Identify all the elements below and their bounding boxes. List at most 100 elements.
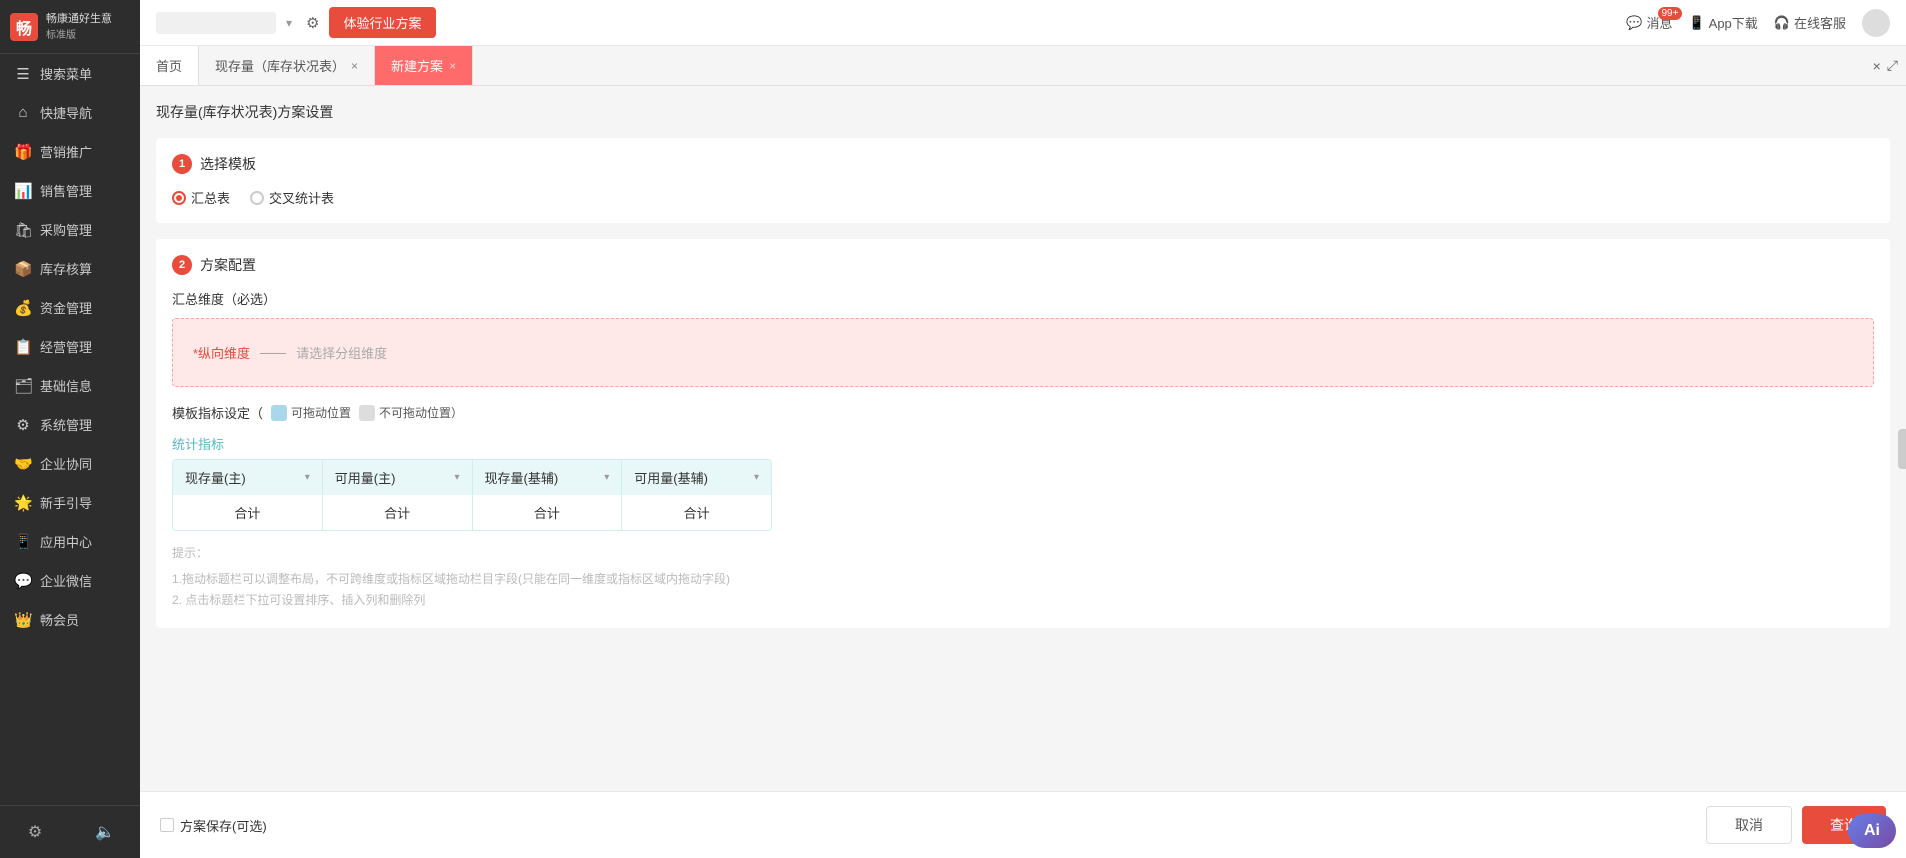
- page-title: 现存量(库存状况表)方案设置: [156, 102, 1890, 122]
- dimension-selector[interactable]: *纵向维度 —— 请选择分组维度: [172, 318, 1874, 387]
- step2-label: 2 方案配置: [172, 255, 1874, 275]
- stats-col-0-label: 现存量(主): [185, 468, 246, 487]
- sidebar-item-system[interactable]: ⚙ 系统管理: [0, 405, 140, 444]
- search-input[interactable]: [156, 12, 276, 34]
- stats-col-1[interactable]: 可用量(主) ▾: [323, 460, 473, 495]
- gift-icon: 🎁: [14, 143, 32, 161]
- radio-cross-table[interactable]: 交叉统计表: [250, 188, 334, 207]
- col-0-chevron-icon[interactable]: ▾: [305, 472, 310, 483]
- radio-summary-circle: [172, 191, 186, 205]
- message-icon: 💬: [1626, 15, 1642, 31]
- sidebar-item-inventory[interactable]: 📦 库存核算: [0, 249, 140, 288]
- col-2-chevron-icon[interactable]: ▾: [604, 472, 609, 483]
- window-maximize-icon[interactable]: ⤢: [1887, 57, 1898, 74]
- star-icon: 🌟: [14, 494, 32, 512]
- save-option[interactable]: 方案保存(可选): [160, 816, 267, 835]
- tips-area: 提示： 1.拖动标题栏可以调整布局，不可跨维度或指标区域拖动栏目字段(只能在同一…: [172, 543, 1874, 612]
- stats-col-2[interactable]: 现存量(基辅) ▾: [473, 460, 623, 495]
- badge-movable: 可拖动位置: [271, 404, 351, 421]
- tab-inventory-close-icon[interactable]: ×: [351, 59, 358, 73]
- tab-new-plan[interactable]: 新建方案 ×: [375, 46, 473, 85]
- logo-text: 畅康通好生意: [46, 12, 112, 26]
- sound-button[interactable]: 🔈: [70, 814, 140, 850]
- step1-title: 选择模板: [200, 154, 256, 174]
- sidebar-item-label: 营销推广: [40, 142, 92, 161]
- tab-home[interactable]: 首页: [140, 46, 199, 85]
- sidebar-item-label: 销售管理: [40, 181, 92, 200]
- col-1-chevron-icon[interactable]: ▾: [454, 472, 459, 483]
- main-area: ▾ ⚙ 体验行业方案 💬 消息 99+ 📱 App下载 🎧 在线客服 首页: [140, 0, 1906, 858]
- sidebar-item-label: 新手引导: [40, 493, 92, 512]
- sidebar-item-collab[interactable]: 🤝 企业协同: [0, 444, 140, 483]
- folder-icon: 🗂: [14, 377, 32, 395]
- sidebar-item-wechat[interactable]: 💬 企业微信: [0, 561, 140, 600]
- stats-col-2-label: 现存量(基辅): [485, 468, 559, 487]
- bag-icon: 🛍: [14, 221, 32, 239]
- money-icon: 💰: [14, 299, 32, 317]
- page-content: 现存量(库存状况表)方案设置 1 选择模板 汇总表 交叉统计表 2: [140, 86, 1906, 791]
- step2-title: 方案配置: [200, 255, 256, 275]
- stats-cell-3: 合计: [622, 495, 771, 530]
- app-download-label: App下载: [1709, 13, 1758, 32]
- sidebar-item-label: 库存核算: [40, 259, 92, 278]
- ai-badge[interactable]: Ai: [1848, 814, 1896, 848]
- movable-label: 可拖动位置: [291, 404, 351, 421]
- cancel-button[interactable]: 取消: [1706, 806, 1792, 844]
- topbar-gear-icon[interactable]: ⚙: [306, 14, 319, 32]
- sidebar-item-purchase[interactable]: 🛍 采购管理: [0, 210, 140, 249]
- resize-handle[interactable]: [1898, 429, 1906, 469]
- topbar: ▾ ⚙ 体验行业方案 💬 消息 99+ 📱 App下载 🎧 在线客服: [140, 0, 1906, 46]
- stats-cell-1: 合计: [323, 495, 473, 530]
- sidebar-item-marketing[interactable]: 🎁 营销推广: [0, 132, 140, 171]
- user-avatar[interactable]: [1862, 9, 1890, 37]
- logo-sub: 标准版: [46, 26, 112, 41]
- stats-col-1-label: 可用量(主): [335, 468, 396, 487]
- stats-col-0[interactable]: 现存量(主) ▾: [173, 460, 323, 495]
- radio-cross-circle: [250, 191, 264, 205]
- search-icon: ☰: [14, 65, 32, 83]
- sidebar-item-operations[interactable]: 📋 经营管理: [0, 327, 140, 366]
- trial-button[interactable]: 体验行业方案: [329, 7, 435, 38]
- sidebar-item-appcenter[interactable]: 📱 应用中心: [0, 522, 140, 561]
- sidebar: 畅 畅康通好生意 标准版 ☰ 搜索菜单 ⌂ 快捷导航 🎁 营销推广 📊 销售管理…: [0, 0, 140, 858]
- summary-dimension-label: 汇总维度（必选）: [172, 289, 1874, 308]
- stats-col-3[interactable]: 可用量(基辅) ▾: [622, 460, 771, 495]
- radio-summary-table[interactable]: 汇总表: [172, 188, 230, 207]
- tab-inventory-label: 现存量（库存状况表）: [215, 56, 345, 75]
- sidebar-item-quicknav[interactable]: ⌂ 快捷导航: [0, 93, 140, 132]
- window-close-icon[interactable]: ×: [1873, 58, 1881, 74]
- service-icon: 🎧: [1774, 15, 1790, 31]
- sidebar-item-label: 基础信息: [40, 376, 92, 395]
- sidebar-item-label: 快捷导航: [40, 103, 92, 122]
- app-download-button[interactable]: 📱 App下载: [1688, 13, 1757, 32]
- sidebar-item-search[interactable]: ☰ 搜索菜单: [0, 54, 140, 93]
- tab-inventory[interactable]: 现存量（库存状况表） ×: [199, 46, 375, 85]
- sidebar-item-sales[interactable]: 📊 销售管理: [0, 171, 140, 210]
- step2-card: 2 方案配置 汇总维度（必选） *纵向维度 —— 请选择分组维度 模板指标设定（…: [156, 239, 1890, 628]
- sidebar-item-basic-info[interactable]: 🗂 基础信息: [0, 366, 140, 405]
- stats-cell-0: 合计: [173, 495, 323, 530]
- tabs-bar: 首页 现存量（库存状况表） × 新建方案 × × ⤢: [140, 46, 1906, 86]
- sidebar-item-label: 企业协同: [40, 454, 92, 473]
- tab-new-plan-close-icon[interactable]: ×: [449, 59, 456, 73]
- wechat-icon: 💬: [14, 572, 32, 590]
- handshake-icon: 🤝: [14, 455, 32, 473]
- sidebar-item-label: 经营管理: [40, 337, 92, 356]
- save-label: 方案保存(可选): [180, 816, 267, 835]
- sidebar-item-finance[interactable]: 💰 资金管理: [0, 288, 140, 327]
- message-button[interactable]: 💬 消息 99+: [1626, 13, 1672, 32]
- chevron-down-icon[interactable]: ▾: [286, 16, 292, 30]
- online-service-button[interactable]: 🎧 在线客服: [1774, 13, 1846, 32]
- settings-button[interactable]: ⚙: [0, 814, 70, 850]
- stats-table: 现存量(主) ▾ 可用量(主) ▾ 现存量(基辅) ▾ 可用量(基辅) ▾: [172, 459, 772, 531]
- sidebar-item-member[interactable]: 👑 畅会员: [0, 600, 140, 639]
- save-checkbox[interactable]: [160, 818, 174, 832]
- col-3-chevron-icon[interactable]: ▾: [754, 472, 759, 483]
- stats-col-3-label: 可用量(基辅): [634, 468, 708, 487]
- clipboard-icon: 📋: [14, 338, 32, 356]
- not-movable-dot: [359, 405, 375, 421]
- crown-icon: 👑: [14, 611, 32, 629]
- badge-not-movable: 不可拖动位置）: [359, 404, 463, 421]
- sidebar-item-newbie[interactable]: 🌟 新手引导: [0, 483, 140, 522]
- sidebar-item-label: 资金管理: [40, 298, 92, 317]
